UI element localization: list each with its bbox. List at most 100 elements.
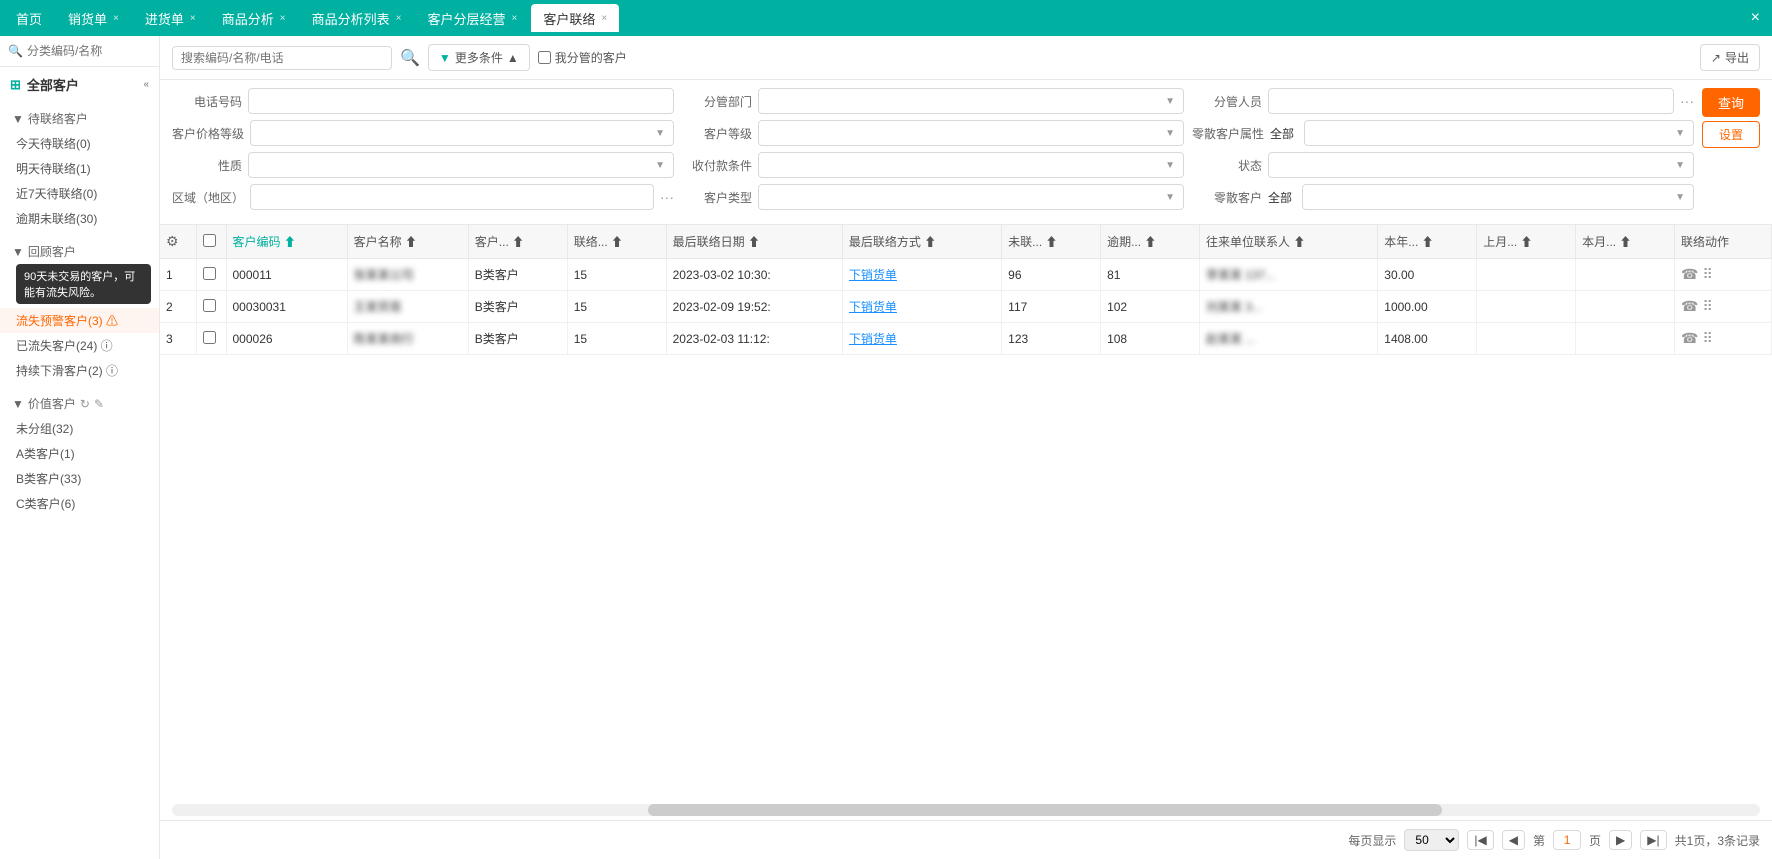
col-contact[interactable]: 联络... ⬆ [567, 225, 666, 259]
filter-region: 区域（地区） ··· [172, 184, 674, 210]
row-checkbox-1[interactable] [203, 267, 216, 280]
scrollbar-thumb[interactable] [648, 804, 1442, 816]
retail-select[interactable]: ▼ [1302, 184, 1694, 210]
collapse-all-btn[interactable]: « [143, 79, 149, 90]
cell-this-year: 30.00 [1378, 259, 1477, 291]
close-analysis-tab[interactable]: × [280, 13, 286, 24]
tab-customer-tier[interactable]: 客户分层经营 × [415, 4, 529, 32]
all-customers-header[interactable]: ⊞ 全部客户 « [0, 67, 159, 102]
prev-page-btn[interactable]: ◀ [1502, 830, 1525, 850]
value-edit-icon[interactable]: ✎ [94, 397, 104, 411]
col-this-year[interactable]: 本年... ⬆ [1378, 225, 1477, 259]
value-refresh-icon[interactable]: ↻ [80, 397, 90, 411]
customer-type-select[interactable]: ▼ [758, 184, 1184, 210]
main-search-icon[interactable]: 🔍 [400, 48, 420, 68]
filter-customer-type: 客户类型 ▼ [682, 184, 1184, 210]
row-checkbox-3[interactable] [203, 331, 216, 344]
my-customers-checkbox-label[interactable]: 我分管的客户 [538, 49, 627, 66]
col-unit-contact[interactable]: 往来单位联系人 ⬆ [1200, 225, 1378, 259]
filter-bar: 🔍 ▼ 更多条件 ▲ 我分管的客户 ↗ 导出 [160, 36, 1772, 80]
first-page-btn[interactable]: |◀ [1467, 830, 1493, 850]
payment-chevron-icon: ▼ [1165, 160, 1175, 171]
cell-unit-contact: 刘某某 3... [1200, 291, 1378, 323]
manager-select[interactable] [1268, 88, 1674, 114]
row-action-more-icon[interactable]: ⠿ [1703, 330, 1713, 347]
dept-select[interactable]: ▼ [758, 88, 1184, 114]
churn-group-header[interactable]: ▼ 回顾客户 [0, 239, 159, 264]
status-chevron-icon: ▼ [1675, 160, 1685, 171]
col-code[interactable]: 客户编码 ⬆ [226, 225, 347, 259]
settings-button[interactable]: 设置 [1702, 121, 1760, 148]
window-close-btn[interactable]: × [1751, 9, 1768, 27]
filter-row-1: 电话号码 分管部门 ▼ 分管人员 [172, 88, 1694, 114]
tab-customer-contact[interactable]: 客户联络 × [531, 4, 619, 32]
sidebar-item-lost[interactable]: 已流失客户(24) ⓘ [0, 333, 159, 358]
tab-sales[interactable]: 销货单 × [56, 4, 131, 32]
table-settings-icon[interactable]: ⚙ [166, 233, 179, 249]
payment-select[interactable]: ▼ [758, 152, 1184, 178]
my-customers-checkbox[interactable] [538, 51, 551, 64]
sidebar-item-today-pending[interactable]: 今天待联络(0) [0, 131, 159, 156]
col-this-month[interactable]: 本月... ⬆ [1576, 225, 1675, 259]
row-action-call-icon[interactable]: ☎ [1681, 266, 1698, 283]
region-select[interactable] [250, 184, 654, 210]
sidebar-item-declining[interactable]: 持续下滑客户(2) ⓘ [0, 358, 159, 383]
tab-purchase[interactable]: 进货单 × [133, 4, 208, 32]
retail-attr-select[interactable]: ▼ [1304, 120, 1694, 146]
cell-no-contact: 123 [1002, 323, 1101, 355]
sidebar-search-input[interactable] [27, 44, 151, 58]
sidebar-item-c-class[interactable]: C类客户(6) [0, 491, 159, 516]
col-last-month[interactable]: 上月... ⬆ [1477, 225, 1576, 259]
cell-name: 王某贸易 [347, 291, 468, 323]
row-action-call-icon[interactable]: ☎ [1681, 330, 1698, 347]
customer-level-select[interactable]: ▼ [758, 120, 1184, 146]
row-action-call-icon[interactable]: ☎ [1681, 298, 1698, 315]
row-checkbox-2[interactable] [203, 299, 216, 312]
sidebar-item-tomorrow-pending[interactable]: 明天待联络(1) [0, 156, 159, 181]
region-more-icon[interactable]: ··· [660, 189, 674, 205]
manager-more-icon[interactable]: ··· [1680, 93, 1694, 109]
per-page-select[interactable]: 50 100 200 [1404, 829, 1459, 851]
col-no-contact[interactable]: 未联... ⬆ [1002, 225, 1101, 259]
cell-index: 1 [160, 259, 196, 291]
row-action-more-icon[interactable]: ⠿ [1703, 266, 1713, 283]
sidebar-item-a-class[interactable]: A类客户(1) [0, 441, 159, 466]
main-search-input[interactable] [172, 46, 392, 70]
sidebar-item-b-class[interactable]: B类客户(33) [0, 466, 159, 491]
export-btn[interactable]: ↗ 导出 [1700, 44, 1760, 71]
last-page-btn[interactable]: ▶| [1640, 830, 1666, 850]
phone-input[interactable] [248, 88, 674, 114]
close-purchase-tab[interactable]: × [190, 13, 196, 24]
col-overdue[interactable]: 逾期... ⬆ [1101, 225, 1200, 259]
col-last-contact-method[interactable]: 最后联络方式 ⬆ [842, 225, 1001, 259]
pending-group-header[interactable]: ▼ 待联络客户 [0, 106, 159, 131]
row-action-more-icon[interactable]: ⠿ [1703, 298, 1713, 315]
sidebar-item-churn-warning[interactable]: 流失预警客户(3) ⚠ [0, 308, 159, 333]
col-last-contact-date[interactable]: 最后联络日期 ⬆ [666, 225, 842, 259]
select-all-checkbox[interactable] [203, 234, 216, 247]
status-select[interactable]: ▼ [1268, 152, 1694, 178]
query-button[interactable]: 查询 [1702, 88, 1760, 117]
close-sales-tab[interactable]: × [113, 13, 119, 24]
col-name[interactable]: 客户名称 ⬆ [347, 225, 468, 259]
tab-analysis[interactable]: 商品分析 × [210, 4, 298, 32]
total-pages-label: 共1页，3条记录 [1675, 832, 1760, 849]
close-analysis-list-tab[interactable]: × [396, 13, 402, 24]
close-customer-contact-tab[interactable]: × [601, 13, 607, 24]
gender-select[interactable]: ▼ [248, 152, 674, 178]
sidebar-item-7days-pending[interactable]: 近7天待联络(0) [0, 181, 159, 206]
price-level-select[interactable]: ▼ [250, 120, 674, 146]
value-group-header[interactable]: ▼ 价值客户 ↻ ✎ [0, 391, 159, 416]
horizontal-scrollbar[interactable] [172, 804, 1760, 816]
tab-home[interactable]: 首页 [4, 4, 54, 32]
churn-tooltip: 90天未交易的客户，可能有流失风险。 [16, 264, 151, 304]
next-page-btn[interactable]: ▶ [1609, 830, 1632, 850]
tab-analysis-list[interactable]: 商品分析列表 × [300, 4, 414, 32]
close-customer-tier-tab[interactable]: × [511, 13, 517, 24]
cell-contact: 15 [567, 323, 666, 355]
sidebar-item-ungrouped[interactable]: 未分组(32) [0, 416, 159, 441]
more-conditions-btn[interactable]: ▼ 更多条件 ▲ [428, 44, 530, 71]
cell-last-contact-date: 2023-03-02 10:30: [666, 259, 842, 291]
sidebar-item-overdue-pending[interactable]: 逾期未联络(30) [0, 206, 159, 231]
col-type[interactable]: 客户... ⬆ [468, 225, 567, 259]
